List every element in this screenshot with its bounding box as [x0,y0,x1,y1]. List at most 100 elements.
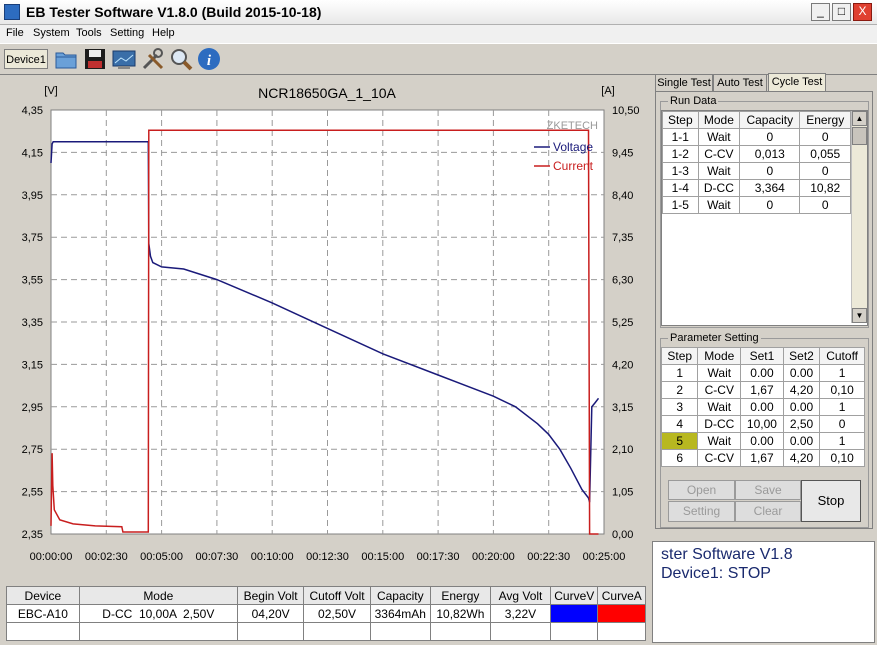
y-left-tick-label: 3,75 [22,232,43,244]
app-icon [4,4,20,20]
param-cell: 1 [819,364,865,382]
y-right-tick-label: 5,25 [612,317,633,329]
param-cell: 6 [660,449,699,467]
param-cell: Wait [697,432,742,450]
run-cell: 1-5 [662,196,699,214]
run-cell: 10,82 [799,179,851,197]
y-right-tick-label: 8,40 [612,190,633,202]
tools-icon[interactable] [141,47,165,71]
run-data-scrollbar[interactable]: ▲ ▼ [851,111,867,323]
run-cell: 0,013 [739,145,801,163]
results-empty-row [6,622,646,641]
y-right-tick-label: 9,45 [612,147,633,159]
run-header-mode: Mode [697,111,741,129]
menu-setting[interactable]: Setting [110,27,144,39]
save-disk-icon[interactable] [83,47,107,71]
save-button[interactable]: Save [735,480,801,500]
table-row[interactable]: 2 C-CV 1,67 4,20 0,10 [660,381,865,399]
magnifier-icon[interactable] [169,47,193,71]
table-row[interactable]: 1-2 C-CV 0,013 0,055 [662,145,851,163]
curve-v-color-swatch[interactable] [550,604,599,623]
title-bar: EB Tester Software V1.8.0 (Build 2015-10… [0,0,877,25]
param-cell-highlighted: 5 [660,432,699,450]
device-tab-button[interactable]: Device1 [4,49,48,69]
run-cell: 0 [799,128,851,146]
y-right-tick-label: 7,35 [612,232,633,244]
tab-auto-test[interactable]: Auto Test [713,74,767,91]
run-cell: C-CV [697,145,741,163]
param-cell: 0.00 [782,432,821,450]
results-mode: D-CC 10,00A 2,50V [78,604,238,623]
y-right-tick-label: 4,20 [612,359,633,371]
maximize-button[interactable]: □ [832,3,851,21]
menu-help[interactable]: Help [152,27,175,39]
param-cell: 4,20 [782,449,821,467]
x-tick-label: 00:22:30 [527,551,570,563]
y-left-tick-label: 3,15 [22,359,43,371]
param-cell: 0.00 [782,364,821,382]
table-row[interactable]: 5 Wait 0.00 0.00 1 [660,432,865,450]
setting-button[interactable]: Setting [668,501,735,522]
run-cell: Wait [697,128,741,146]
run-cell: 0 [739,128,801,146]
y-left-tick-label: 3,35 [22,317,43,329]
minimize-button[interactable]: _ [811,3,830,21]
curve-a-color-swatch[interactable] [597,604,646,623]
table-row[interactable]: 1-5 Wait 0 0 [662,196,851,214]
legend-current-label: Current [553,159,594,173]
monitor-icon[interactable] [112,47,136,71]
x-tick-label: 00:05:00 [140,551,183,563]
y-right-tick-label: 10,50 [612,105,640,117]
menu-file[interactable]: File [6,27,24,39]
param-cell: C-CV [697,381,742,399]
menu-tools[interactable]: Tools [76,27,102,39]
results-header-avg-volt: Avg Volt [489,586,552,605]
param-cell: Wait [697,398,742,416]
results-header-capacity: Capacity [369,586,431,605]
cycle-test-panel: Run Data Step Mode Capacity Energy 1-1 Wa… [655,91,873,529]
results-row[interactable]: EBC-A10 D-CC 10,00A 2,50V 04,20V 02,50V … [6,604,646,623]
table-row[interactable]: 1-4 D-CC 3,364 10,82 [662,179,851,197]
clear-button[interactable]: Clear [735,501,801,522]
table-row[interactable]: 4 D-CC 10,00 2,50 0 [660,415,865,433]
param-cell: 1 [819,398,865,416]
close-button[interactable]: X [853,3,872,21]
table-row[interactable]: 1-3 Wait 0 0 [662,162,851,180]
run-header-capacity: Capacity [739,111,801,129]
info-icon[interactable]: i [197,47,221,71]
results-header-row: Device Mode Begin Volt Cutoff Volt Capac… [6,586,646,605]
param-cell: C-CV [697,449,742,467]
scroll-thumb[interactable] [852,127,867,145]
x-tick-label: 00:10:00 [251,551,294,563]
param-cell: 0.00 [782,398,821,416]
param-header-step: Step [660,347,699,365]
status-panel: ster Software V1.8 Device1: STOP [652,541,875,643]
table-row[interactable]: 6 C-CV 1,67 4,20 0,10 [660,449,865,467]
left-unit-label: [V] [44,85,57,97]
table-row[interactable]: 1-1 Wait 0 0 [662,128,851,146]
results-header-curve-v: CurveV [550,586,599,605]
chart-panel: 4,35 10,50 4,15 9,45 3,95 8,40 3,75 7,35 3,55 6,3… [4,76,649,582]
table-row[interactable]: 3 Wait 0.00 0.00 1 [660,398,865,416]
tab-single-test[interactable]: Single Test [655,74,713,91]
param-cell: 1 [819,432,865,450]
param-cell: 0.00 [740,432,784,450]
param-cell: 4 [660,415,699,433]
table-row[interactable]: 1 Wait 0.00 0.00 1 [660,364,865,382]
scroll-down-icon[interactable]: ▼ [852,308,867,323]
run-cell: Wait [697,162,741,180]
stop-button[interactable]: Stop [801,480,861,522]
param-header-set2: Set2 [782,347,821,365]
scroll-up-icon[interactable]: ▲ [852,111,867,126]
menu-system[interactable]: System [33,27,70,39]
x-tick-label: 00:17:30 [417,551,460,563]
y-right-tick-label: 3,15 [612,402,633,414]
open-folder-icon[interactable] [54,47,78,71]
discharge-chart: 4,35 10,50 4,15 9,45 3,95 8,40 3,75 7,35 3,55 6,3… [22,85,640,563]
results-table: Device Mode Begin Volt Cutoff Volt Capac… [6,586,646,641]
right-unit-label: [A] [601,85,614,97]
param-header-row: Step Mode Set1 Set2 Cutoff [660,347,865,365]
x-tick-label: 00:07:30 [195,551,238,563]
tab-cycle-test[interactable]: Cycle Test [768,73,826,91]
open-button[interactable]: Open [668,480,735,500]
